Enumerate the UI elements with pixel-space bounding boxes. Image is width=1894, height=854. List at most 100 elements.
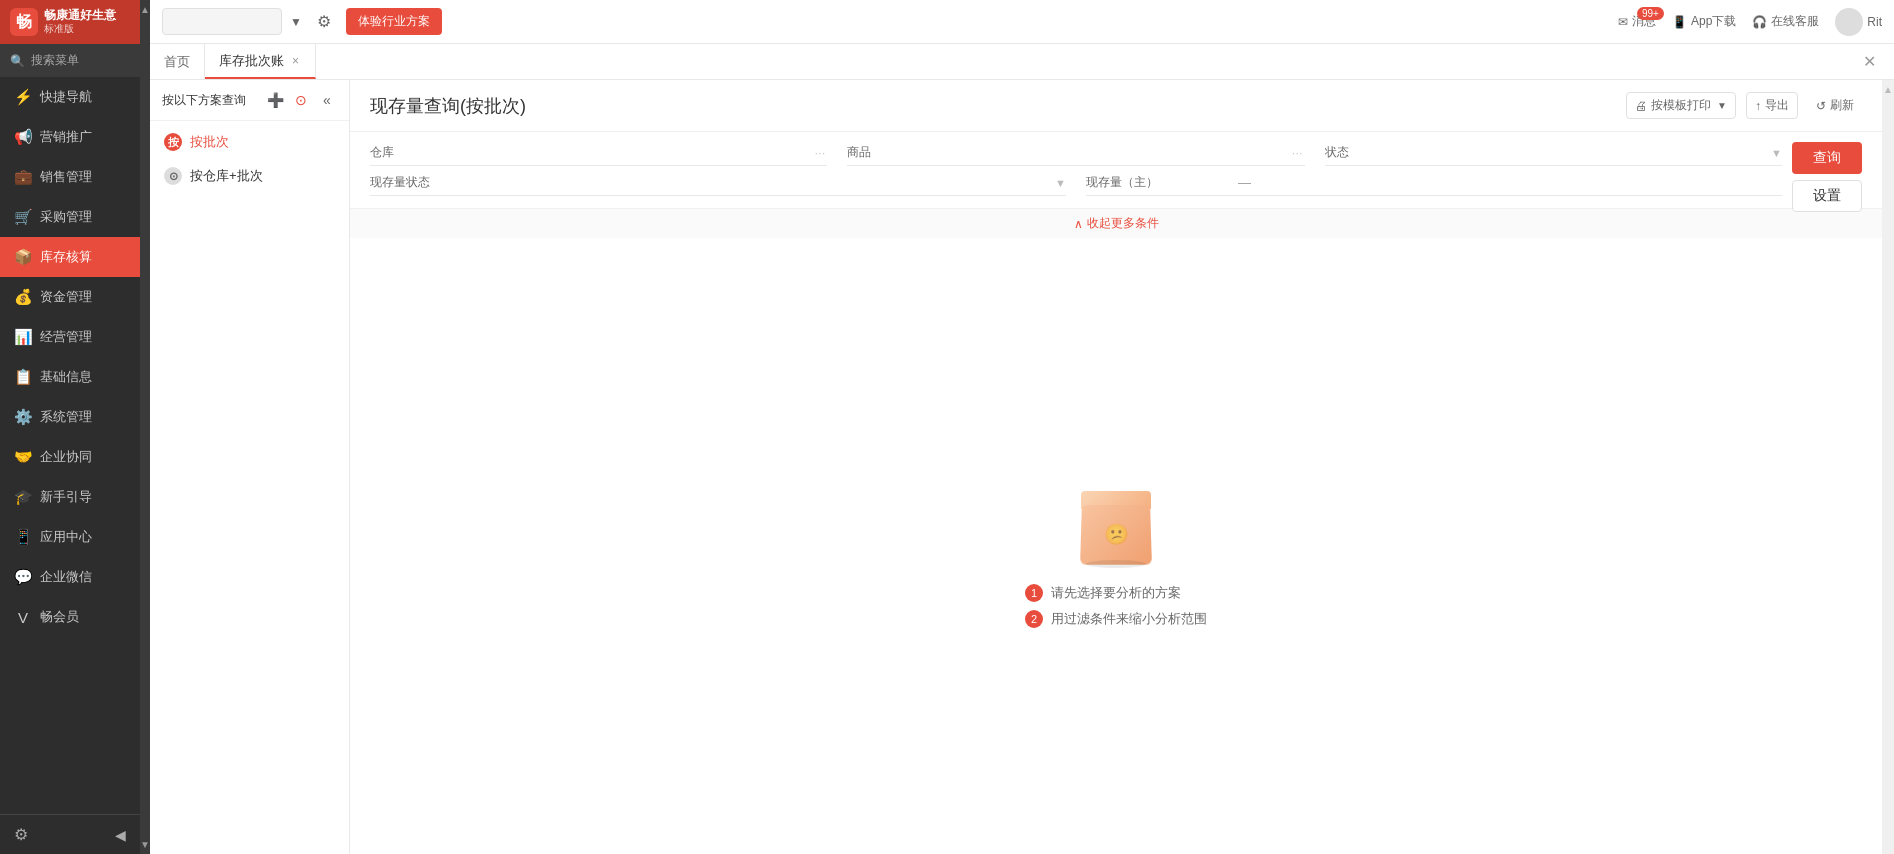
topbar-dropdown-arrow[interactable]: ▼ — [290, 15, 302, 29]
finance-icon: 💰 — [14, 288, 32, 306]
schema-settings-button[interactable]: ⊙ — [291, 90, 311, 110]
empty-illustration: 😕 — [1066, 464, 1166, 564]
filter-row-1: 仓库 ··· 商品 ··· 状态 ▼ — [370, 144, 1782, 166]
apps-icon: 📱 — [14, 528, 32, 546]
sidebar-item-finance[interactable]: 💰 资金管理 — [0, 277, 140, 317]
right-scroll-up[interactable]: ▲ — [1883, 84, 1893, 95]
print-button[interactable]: 🖨 按模板打印 ▼ — [1626, 92, 1736, 119]
product-browse-icon[interactable]: ··· — [1290, 145, 1305, 160]
sidebar-item-inventory[interactable]: 📦 库存核算 — [0, 237, 140, 277]
export-icon: ↑ — [1755, 99, 1761, 113]
sidebar-item-sales[interactable]: 💼 销售管理 — [0, 157, 140, 197]
empty-steps: 1 请先选择要分析的方案 2 用过滤条件来缩小分析范围 — [1025, 584, 1207, 628]
warehouse-filter: 仓库 ··· — [370, 144, 827, 166]
schema-list: 按 按批次 ⊙ 按仓库+批次 — [150, 121, 349, 854]
refresh-button[interactable]: ↺ 刷新 — [1808, 93, 1862, 118]
settings-button[interactable]: 设置 — [1792, 180, 1862, 212]
basic-label: 基础信息 — [40, 368, 92, 386]
basic-icon: 📋 — [14, 368, 32, 386]
add-schema-button[interactable]: ➕ — [265, 90, 285, 110]
app-download-icon: 📱 — [1672, 15, 1687, 29]
empty-state: 😕 1 请先选择要分析的方案 2 用过滤条件来缩小分析范围 — [350, 238, 1882, 854]
query-button[interactable]: 查询 — [1792, 142, 1862, 174]
system-icon: ⚙️ — [14, 408, 32, 426]
tab-close-icon[interactable]: × — [290, 52, 301, 70]
box-shadow — [1086, 560, 1146, 568]
app-download-button[interactable]: 📱 App下载 — [1672, 13, 1736, 30]
warehouse-browse-icon[interactable]: ··· — [812, 145, 827, 160]
messages-button[interactable]: ✉ 消息 99+ — [1618, 13, 1656, 30]
plus-icon: ➕ — [267, 92, 284, 108]
collapse-panel-button[interactable]: « — [317, 90, 337, 110]
trial-button[interactable]: 体验行业方案 — [346, 8, 442, 35]
member-label: 畅会员 — [40, 608, 79, 626]
stock-status-input[interactable] — [434, 176, 1051, 190]
sidebar-search[interactable]: 🔍 搜索菜单 — [0, 44, 140, 77]
sidebar-settings-icon[interactable]: ⚙ — [14, 825, 28, 844]
sidebar-item-enterprise[interactable]: 🤝 企业协同 — [0, 437, 140, 477]
inventory-icon: 📦 — [14, 248, 32, 266]
purchase-icon: 🛒 — [14, 208, 32, 226]
sidebar-item-system[interactable]: ⚙️ 系统管理 — [0, 397, 140, 437]
panel-close-button[interactable]: ✕ — [1855, 48, 1884, 75]
stock-qty-dash: — — [1234, 175, 1255, 190]
sidebar-item-member[interactable]: V 畅会员 — [0, 597, 140, 637]
main-panel: 现存量查询(按批次) 🖨 按模板打印 ▼ ↑ 导出 ↺ 刷新 — [350, 80, 1882, 854]
status-dropdown-arrow[interactable]: ▼ — [1771, 147, 1782, 159]
online-service-button[interactable]: 🎧 在线客服 — [1752, 13, 1819, 30]
user-avatar — [1835, 8, 1863, 36]
sidebar-item-operations[interactable]: 📊 经营管理 — [0, 317, 140, 357]
system-label: 系统管理 — [40, 408, 92, 426]
page-actions: 🖨 按模板打印 ▼ ↑ 导出 ↺ 刷新 — [1626, 92, 1862, 119]
filter-main: 仓库 ··· 商品 ··· 状态 ▼ — [350, 132, 1882, 208]
sidebar-item-weixin[interactable]: 💬 企业微信 — [0, 557, 140, 597]
finance-label: 资金管理 — [40, 288, 92, 306]
purchase-label: 采购管理 — [40, 208, 92, 226]
topbar-settings-icon[interactable]: ⚙ — [310, 8, 338, 36]
user-menu[interactable]: Rit — [1835, 8, 1882, 36]
tab-inventory-batch[interactable]: 库存批次账 × — [205, 44, 316, 79]
sidebar-collapse-icon[interactable]: ◀ — [115, 827, 126, 843]
weixin-icon: 💬 — [14, 568, 32, 586]
inventory-label: 库存核算 — [40, 248, 92, 266]
search-label: 搜索菜单 — [31, 52, 79, 69]
company-info: 畅康通好生意 标准版 — [44, 8, 130, 36]
warehouse-label: 仓库 — [370, 144, 430, 161]
print-label: 按模板打印 — [1651, 97, 1711, 114]
sidebar-item-quick-nav[interactable]: ⚡ 快捷导航 — [0, 77, 140, 117]
sidebar-item-purchase[interactable]: 🛒 采购管理 — [0, 197, 140, 237]
collapse-bar[interactable]: ∧ 收起更多条件 — [350, 208, 1882, 238]
batch-schema-icon: 按 — [164, 133, 182, 151]
batch-schema-label: 按批次 — [190, 133, 229, 151]
marketing-icon: 📢 — [14, 128, 32, 146]
print-dropdown-arrow[interactable]: ▼ — [1717, 100, 1727, 111]
export-button[interactable]: ↑ 导出 — [1746, 92, 1798, 119]
refresh-icon: ↺ — [1816, 99, 1826, 113]
headset-icon: 🎧 — [1752, 15, 1767, 29]
schema-item-by-batch[interactable]: 按 按批次 — [150, 125, 349, 159]
user-name: Rit — [1867, 15, 1882, 29]
sidebar-scroll-up[interactable]: ▲ — [140, 4, 150, 15]
marketing-label: 营销推广 — [40, 128, 92, 146]
sidebar-item-basic[interactable]: 📋 基础信息 — [0, 357, 140, 397]
sidebar-item-apps[interactable]: 📱 应用中心 — [0, 517, 140, 557]
sidebar-scroll-down[interactable]: ▼ — [140, 839, 150, 850]
product-filter: 商品 ··· — [847, 144, 1304, 166]
quick-nav-label: 快捷导航 — [40, 88, 92, 106]
status-input[interactable] — [1389, 146, 1767, 160]
online-service-label: 在线客服 — [1771, 13, 1819, 30]
warehouse-input[interactable] — [434, 146, 808, 160]
product-input[interactable] — [911, 146, 1285, 160]
warehouse-batch-schema-label: 按仓库+批次 — [190, 167, 263, 185]
app-download-label: App下载 — [1691, 13, 1736, 30]
stock-qty-max-input[interactable] — [1259, 176, 1339, 190]
tab-extra: ✕ — [1855, 44, 1894, 79]
sidebar-item-marketing[interactable]: 📢 营销推广 — [0, 117, 140, 157]
enterprise-label: 企业协同 — [40, 448, 92, 466]
tab-home[interactable]: 首页 — [150, 44, 205, 79]
sidebar-item-newbie[interactable]: 🎓 新手引导 — [0, 477, 140, 517]
schema-item-by-warehouse-batch[interactable]: ⊙ 按仓库+批次 — [150, 159, 349, 193]
stock-status-dropdown-arrow[interactable]: ▼ — [1055, 177, 1066, 189]
step-2-number: 2 — [1025, 610, 1043, 628]
stock-qty-min-input[interactable] — [1150, 176, 1230, 190]
